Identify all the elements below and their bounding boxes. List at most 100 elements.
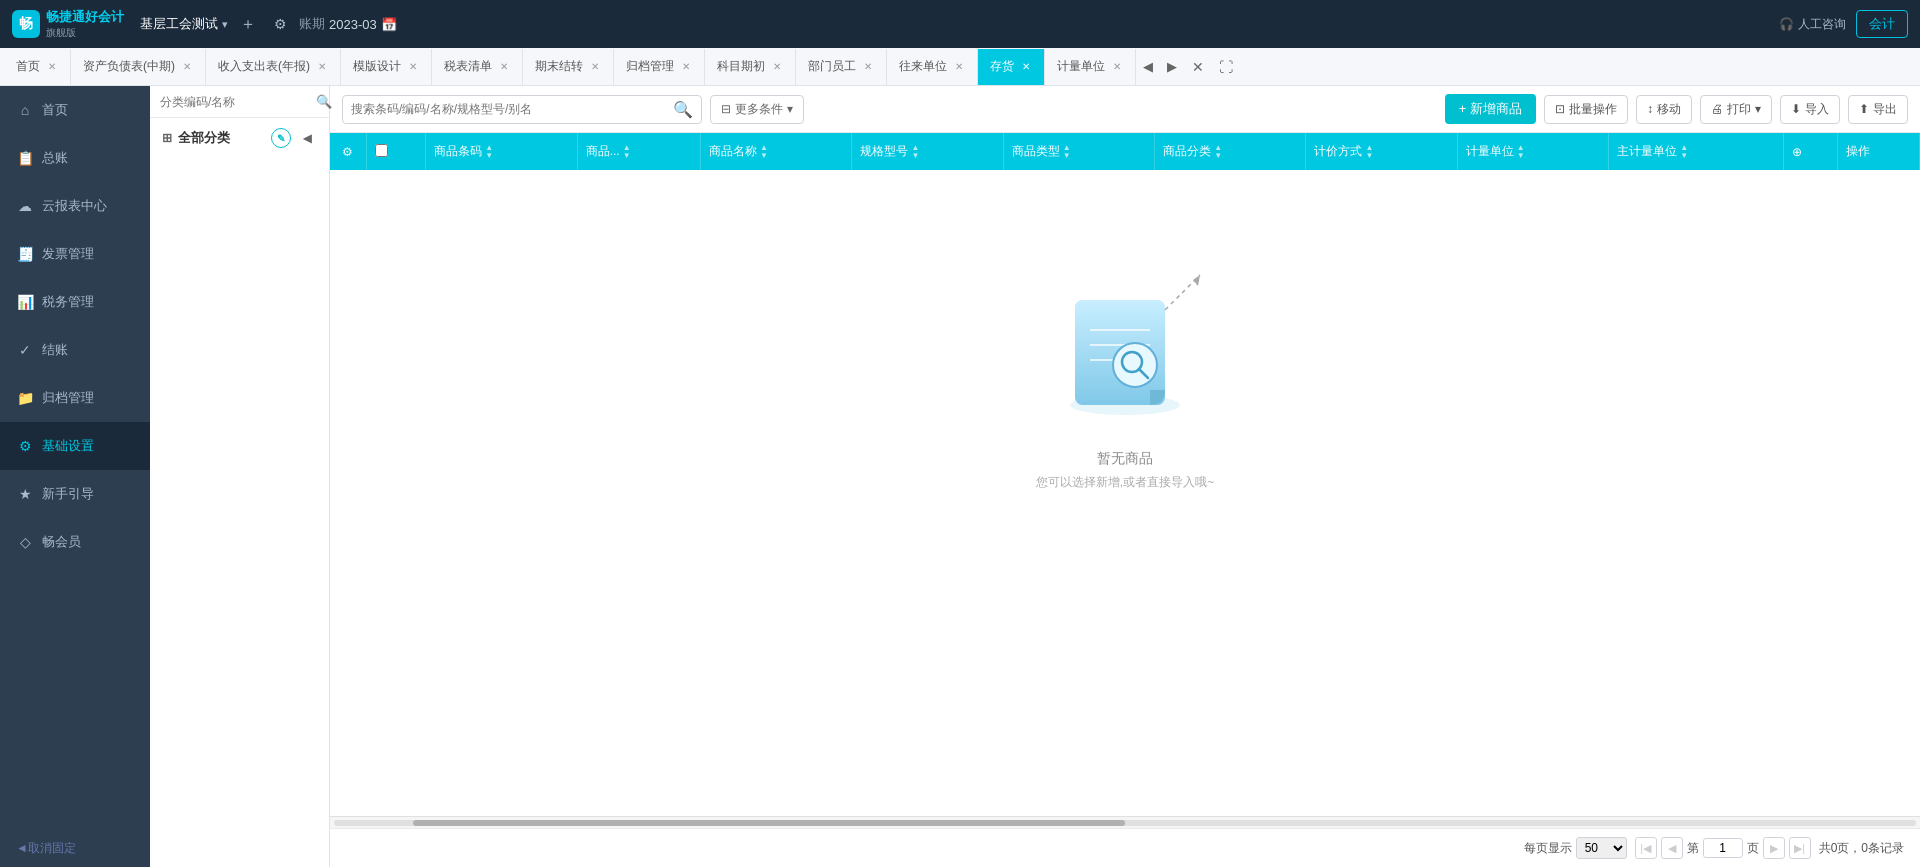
tab-nav-prev[interactable]: ◀: [1136, 49, 1160, 85]
tab-department[interactable]: 部门员工 ✕: [796, 49, 887, 85]
import-icon: ⬇: [1791, 102, 1801, 116]
th-unit[interactable]: 计量单位 ▲▼: [1457, 133, 1608, 170]
tab-contact[interactable]: 往来单位 ✕: [887, 49, 978, 85]
collapse-button[interactable]: ◀: [297, 128, 317, 148]
th-category[interactable]: 商品分类 ▲▼: [1155, 133, 1306, 170]
scroll-track[interactable]: [334, 820, 1916, 826]
th-extra[interactable]: ⊕: [1784, 133, 1838, 170]
th-settings[interactable]: ⚙: [330, 133, 366, 170]
sidebar-item-closing[interactable]: ✓ 结账: [0, 326, 150, 374]
tab-unit[interactable]: 计量单位 ✕: [1045, 49, 1136, 85]
ledger-icon: 📋: [16, 150, 34, 166]
tab-inventory-close[interactable]: ✕: [1020, 60, 1032, 73]
tab-inventory[interactable]: 存货 ✕: [978, 49, 1045, 85]
settings-icon: ⚙: [16, 438, 34, 454]
toolbar-search-icon[interactable]: 🔍: [673, 100, 693, 119]
tab-archive[interactable]: 归档管理 ✕: [614, 49, 705, 85]
tab-close-all[interactable]: ✕: [1184, 49, 1212, 85]
page-last-button[interactable]: ▶|: [1789, 837, 1811, 859]
tab-template[interactable]: 模版设计 ✕: [341, 49, 432, 85]
sidebar-item-reports[interactable]: ☁ 云报表中心: [0, 182, 150, 230]
tab-tax-table-close[interactable]: ✕: [498, 60, 510, 73]
workspace-dropdown-icon[interactable]: ▾: [222, 18, 228, 31]
tab-period-close-close[interactable]: ✕: [589, 60, 601, 73]
import-button[interactable]: ⬇ 导入: [1780, 95, 1840, 124]
move-button[interactable]: ↕ 移动: [1636, 95, 1692, 124]
scroll-thumb[interactable]: [413, 820, 1125, 826]
tab-archive-label: 归档管理: [626, 58, 674, 75]
header-add-button[interactable]: ＋: [234, 12, 262, 37]
left-panel-search-bar: 🔍: [150, 86, 329, 118]
sidebar-item-archive[interactable]: 📁 归档管理: [0, 374, 150, 422]
tab-home-close[interactable]: ✕: [46, 60, 58, 73]
tab-tax-table[interactable]: 税表清单 ✕: [432, 49, 523, 85]
header-settings-icon[interactable]: ⚙: [268, 14, 293, 34]
tab-subject-initial-label: 科目期初: [717, 58, 765, 75]
th-barcode[interactable]: 商品条码 ▲▼: [426, 133, 577, 170]
tab-contact-close[interactable]: ✕: [953, 60, 965, 73]
tab-home[interactable]: 首页 ✕: [4, 49, 71, 85]
sidebar-item-tax-label: 税务管理: [42, 293, 94, 311]
sidebar-item-invoice-label: 发票管理: [42, 245, 94, 263]
sidebar-item-tax[interactable]: 📊 税务管理: [0, 278, 150, 326]
th-checkbox[interactable]: [366, 133, 426, 170]
sidebar-item-guide[interactable]: ★ 新手引导: [0, 470, 150, 518]
tab-template-close[interactable]: ✕: [407, 60, 419, 73]
th-code[interactable]: 商品... ▲▼: [577, 133, 700, 170]
th-main-unit[interactable]: 主计量单位 ▲▼: [1609, 133, 1784, 170]
sort-main-unit-icon: ▲▼: [1680, 144, 1688, 160]
sort-barcode-icon: ▲▼: [485, 144, 493, 160]
th-spec[interactable]: 规格型号 ▲▼: [852, 133, 1003, 170]
per-page-select[interactable]: 50 100 200: [1576, 837, 1627, 859]
sidebar-item-invoice[interactable]: 🧾 发票管理: [0, 230, 150, 278]
tab-balance-sheet[interactable]: 资产负债表(中期) ✕: [71, 49, 206, 85]
closing-icon: ✓: [16, 342, 34, 358]
horizontal-scrollbar[interactable]: [330, 816, 1920, 828]
export-button[interactable]: ⬆ 导出: [1848, 95, 1908, 124]
sidebar-item-ledger[interactable]: 📋 总账: [0, 134, 150, 182]
tab-subject-initial[interactable]: 科目期初 ✕: [705, 49, 796, 85]
tab-income[interactable]: 收入支出表(年报) ✕: [206, 49, 341, 85]
sidebar-item-member[interactable]: ◇ 畅会员: [0, 518, 150, 566]
tab-nav-next[interactable]: ▶: [1160, 49, 1184, 85]
tab-period-close[interactable]: 期末结转 ✕: [523, 49, 614, 85]
page-number-input[interactable]: [1703, 838, 1743, 858]
category-edit-button[interactable]: ✎: [271, 128, 291, 148]
th-price-method[interactable]: 计价方式 ▲▼: [1306, 133, 1457, 170]
sidebar-unpin[interactable]: ◄取消固定: [0, 830, 150, 867]
app-logo-icon: 畅: [12, 10, 40, 38]
calendar-icon[interactable]: 📅: [381, 17, 397, 32]
sidebar-item-settings[interactable]: ⚙ 基础设置: [0, 422, 150, 470]
page-next-button[interactable]: ▶: [1763, 837, 1785, 859]
print-dropdown-icon: ▾: [1755, 102, 1761, 116]
tab-balance-sheet-close[interactable]: ✕: [181, 60, 193, 73]
guide-icon: ★: [16, 486, 34, 502]
page-first-button[interactable]: |◀: [1635, 837, 1657, 859]
tab-tax-table-label: 税表清单: [444, 58, 492, 75]
service-button[interactable]: 🎧 人工咨询: [1779, 16, 1846, 33]
sidebar-item-home[interactable]: ⌂ 首页: [0, 86, 150, 134]
batch-operation-button[interactable]: ⊡ 批量操作: [1544, 95, 1628, 124]
print-button[interactable]: 🖨 打印 ▾: [1700, 95, 1772, 124]
tab-bar: 首页 ✕ 资产负债表(中期) ✕ 收入支出表(年报) ✕ 模版设计 ✕ 税表清单…: [0, 48, 1920, 86]
grid-icon: ⊞: [162, 131, 172, 145]
th-type[interactable]: 商品类型 ▲▼: [1003, 133, 1154, 170]
app-name-main: 畅捷通好会计: [46, 8, 124, 26]
tab-archive-close[interactable]: ✕: [680, 60, 692, 73]
toolbar-filter-button[interactable]: ⊟ 更多条件 ▾: [710, 95, 804, 124]
add-product-button[interactable]: + 新增商品: [1445, 94, 1536, 124]
header-workspace: 基层工会测试 ▾ ＋ ⚙ 账期 2023-03 📅: [140, 12, 1771, 37]
tax-icon: 📊: [16, 294, 34, 310]
page-prev-button[interactable]: ◀: [1661, 837, 1683, 859]
select-all-checkbox[interactable]: [375, 144, 388, 157]
user-button[interactable]: 会计: [1856, 10, 1908, 38]
tab-unit-close[interactable]: ✕: [1111, 60, 1123, 73]
toolbar-search-input[interactable]: [351, 102, 669, 116]
tab-subject-initial-close[interactable]: ✕: [771, 60, 783, 73]
export-icon: ⬆: [1859, 102, 1869, 116]
tab-department-close[interactable]: ✕: [862, 60, 874, 73]
tab-expand[interactable]: ⛶: [1212, 49, 1240, 85]
tab-income-close[interactable]: ✕: [316, 60, 328, 73]
th-name[interactable]: 商品名称 ▲▼: [701, 133, 852, 170]
category-search-input[interactable]: [160, 95, 310, 109]
